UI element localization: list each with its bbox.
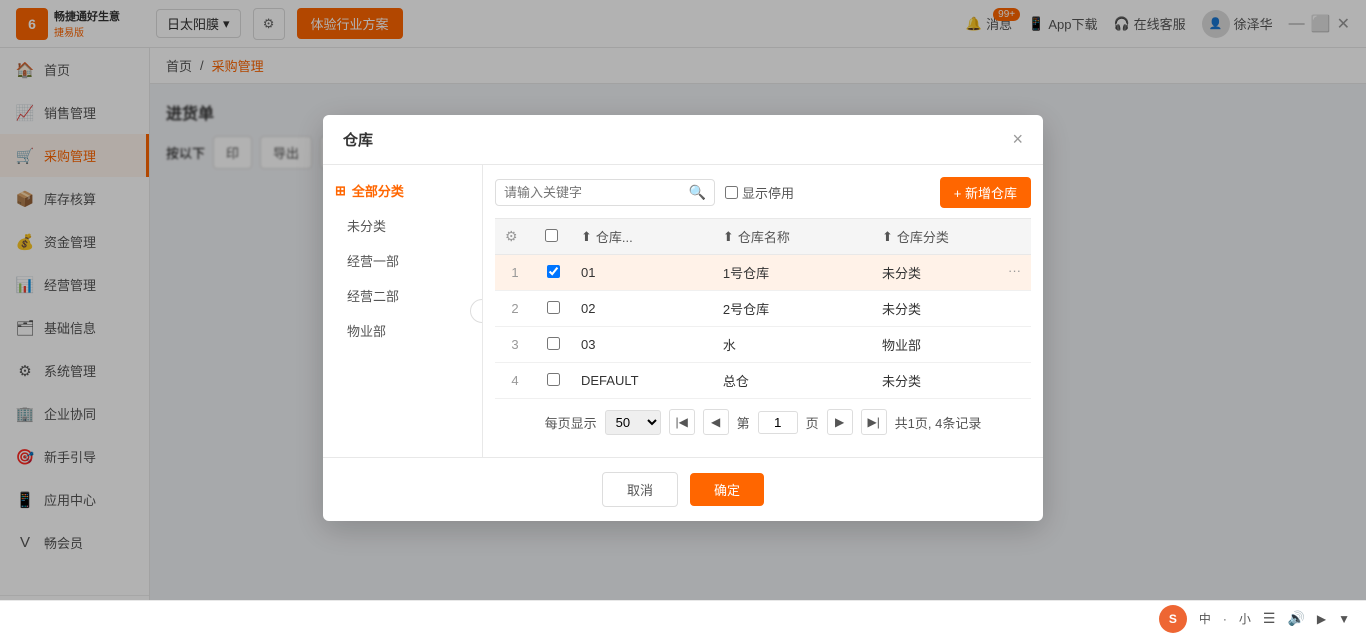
- modal-title: 仓库: [343, 129, 373, 150]
- confirm-button[interactable]: 确定: [690, 473, 764, 506]
- statusbar-item-zh[interactable]: 中: [1199, 610, 1211, 627]
- page-number-input[interactable]: [758, 411, 798, 434]
- row-index: 2: [495, 291, 535, 327]
- row-checkbox[interactable]: [535, 327, 571, 363]
- category-all[interactable]: ⊞ 全部分类: [323, 173, 482, 208]
- row-code: 01: [571, 255, 713, 291]
- next-page-button[interactable]: ▶: [827, 409, 853, 435]
- search-box: 🔍: [495, 179, 715, 206]
- modal-header: 仓库 ×: [323, 115, 1043, 165]
- warehouse-modal: 仓库 × ⊞ 全部分类 未分类 经营一部 经营二部: [323, 115, 1043, 521]
- row-name: 水: [713, 327, 872, 363]
- category-item-dept2[interactable]: 经营二部: [323, 278, 482, 313]
- page-label: 第: [737, 413, 750, 432]
- row-checkbox[interactable]: [535, 291, 571, 327]
- table-body: 1 01 1号仓库 未分类··· 2 02 2号仓库 未分类 3 03 水 物业…: [495, 255, 1031, 399]
- prev-page-button[interactable]: ◀: [703, 409, 729, 435]
- total-label: 共1页, 4条记录: [895, 413, 982, 432]
- table-row[interactable]: 1 01 1号仓库 未分类···: [495, 255, 1031, 291]
- category-item-unclassified[interactable]: 未分类: [323, 208, 482, 243]
- sort-icon: ⬆: [723, 229, 734, 245]
- search-input[interactable]: [504, 185, 689, 200]
- warehouse-table: ⚙ ⬆ 仓库...: [495, 218, 1031, 399]
- modal-body: ⊞ 全部分类 未分类 经营一部 经营二部 物业部 《: [323, 165, 1043, 457]
- pagination: 每页显示 50 10 20 100 |◀ ◀ 第 页 ▶ ▶| 共1页, 4条记…: [495, 399, 1031, 445]
- row-checkbox[interactable]: [535, 363, 571, 399]
- row-index: 3: [495, 327, 535, 363]
- row-category: 未分类: [872, 363, 1031, 399]
- search-icon[interactable]: 🔍: [689, 184, 706, 201]
- table-area: 🔍 显示停用 + 新增仓库 ⚙: [483, 165, 1043, 457]
- add-warehouse-button[interactable]: + 新增仓库: [940, 177, 1031, 208]
- statusbar: S 中 · 小 ☰ 🔊 ▶ ▼: [0, 600, 1366, 636]
- gear-icon[interactable]: ⚙: [505, 228, 518, 244]
- col-gear: ⚙: [495, 219, 535, 255]
- row-category: 未分类: [872, 291, 1031, 327]
- modal-close-button[interactable]: ×: [1012, 129, 1023, 150]
- statusbar-dot: ·: [1223, 612, 1227, 626]
- select-all-checkbox[interactable]: [545, 229, 558, 242]
- row-category: 物业部: [872, 327, 1031, 363]
- row-index: 1: [495, 255, 535, 291]
- statusbar-play-icon[interactable]: ▶: [1317, 612, 1326, 626]
- per-page-label: 每页显示: [545, 413, 597, 432]
- statusbar-speaker-icon[interactable]: 🔊: [1287, 610, 1304, 627]
- col-category: ⬆ 仓库分类: [872, 219, 1031, 255]
- row-checkbox[interactable]: [535, 255, 571, 291]
- first-page-button[interactable]: |◀: [669, 409, 695, 435]
- category-item-property[interactable]: 物业部: [323, 313, 482, 348]
- row-name: 1号仓库: [713, 255, 872, 291]
- statusbar-down-icon[interactable]: ▼: [1338, 612, 1350, 626]
- modal-overlay: 仓库 × ⊞ 全部分类 未分类 经营一部 经营二部: [0, 0, 1366, 636]
- brand-logo-bottom: S: [1159, 605, 1187, 633]
- category-sidebar: ⊞ 全部分类 未分类 经营一部 经营二部 物业部 《: [323, 165, 483, 457]
- row-name: 2号仓库: [713, 291, 872, 327]
- grid-icon: ⊞: [335, 183, 346, 199]
- row-name: 总仓: [713, 363, 872, 399]
- cancel-button[interactable]: 取消: [602, 472, 678, 507]
- col-code: ⬆ 仓库...: [571, 219, 713, 255]
- row-code: 02: [571, 291, 713, 327]
- category-all-label: 全部分类: [352, 181, 404, 200]
- show-disabled-input[interactable]: [725, 186, 738, 199]
- page-suffix: 页: [806, 413, 819, 432]
- modal-footer: 取消 确定: [323, 457, 1043, 521]
- sort-icon: ⬆: [581, 229, 592, 245]
- per-page-select[interactable]: 50 10 20 100: [605, 410, 661, 435]
- sort-icon: ⬆: [882, 229, 893, 245]
- last-page-button[interactable]: ▶|: [861, 409, 887, 435]
- row-code: 03: [571, 327, 713, 363]
- show-disabled-checkbox[interactable]: 显示停用: [725, 183, 794, 202]
- table-row[interactable]: 3 03 水 物业部: [495, 327, 1031, 363]
- row-index: 4: [495, 363, 535, 399]
- table-toolbar: 🔍 显示停用 + 新增仓库: [495, 177, 1031, 208]
- row-category: 未分类···: [872, 255, 1031, 291]
- table-row[interactable]: 2 02 2号仓库 未分类: [495, 291, 1031, 327]
- statusbar-item-small[interactable]: 小: [1239, 610, 1251, 627]
- statusbar-menu-icon[interactable]: ☰: [1263, 610, 1276, 627]
- category-item-dept1[interactable]: 经营一部: [323, 243, 482, 278]
- table-row[interactable]: 4 DEFAULT 总仓 未分类: [495, 363, 1031, 399]
- row-code: DEFAULT: [571, 363, 713, 399]
- col-name: ⬆ 仓库名称: [713, 219, 872, 255]
- col-checkbox: [535, 219, 571, 255]
